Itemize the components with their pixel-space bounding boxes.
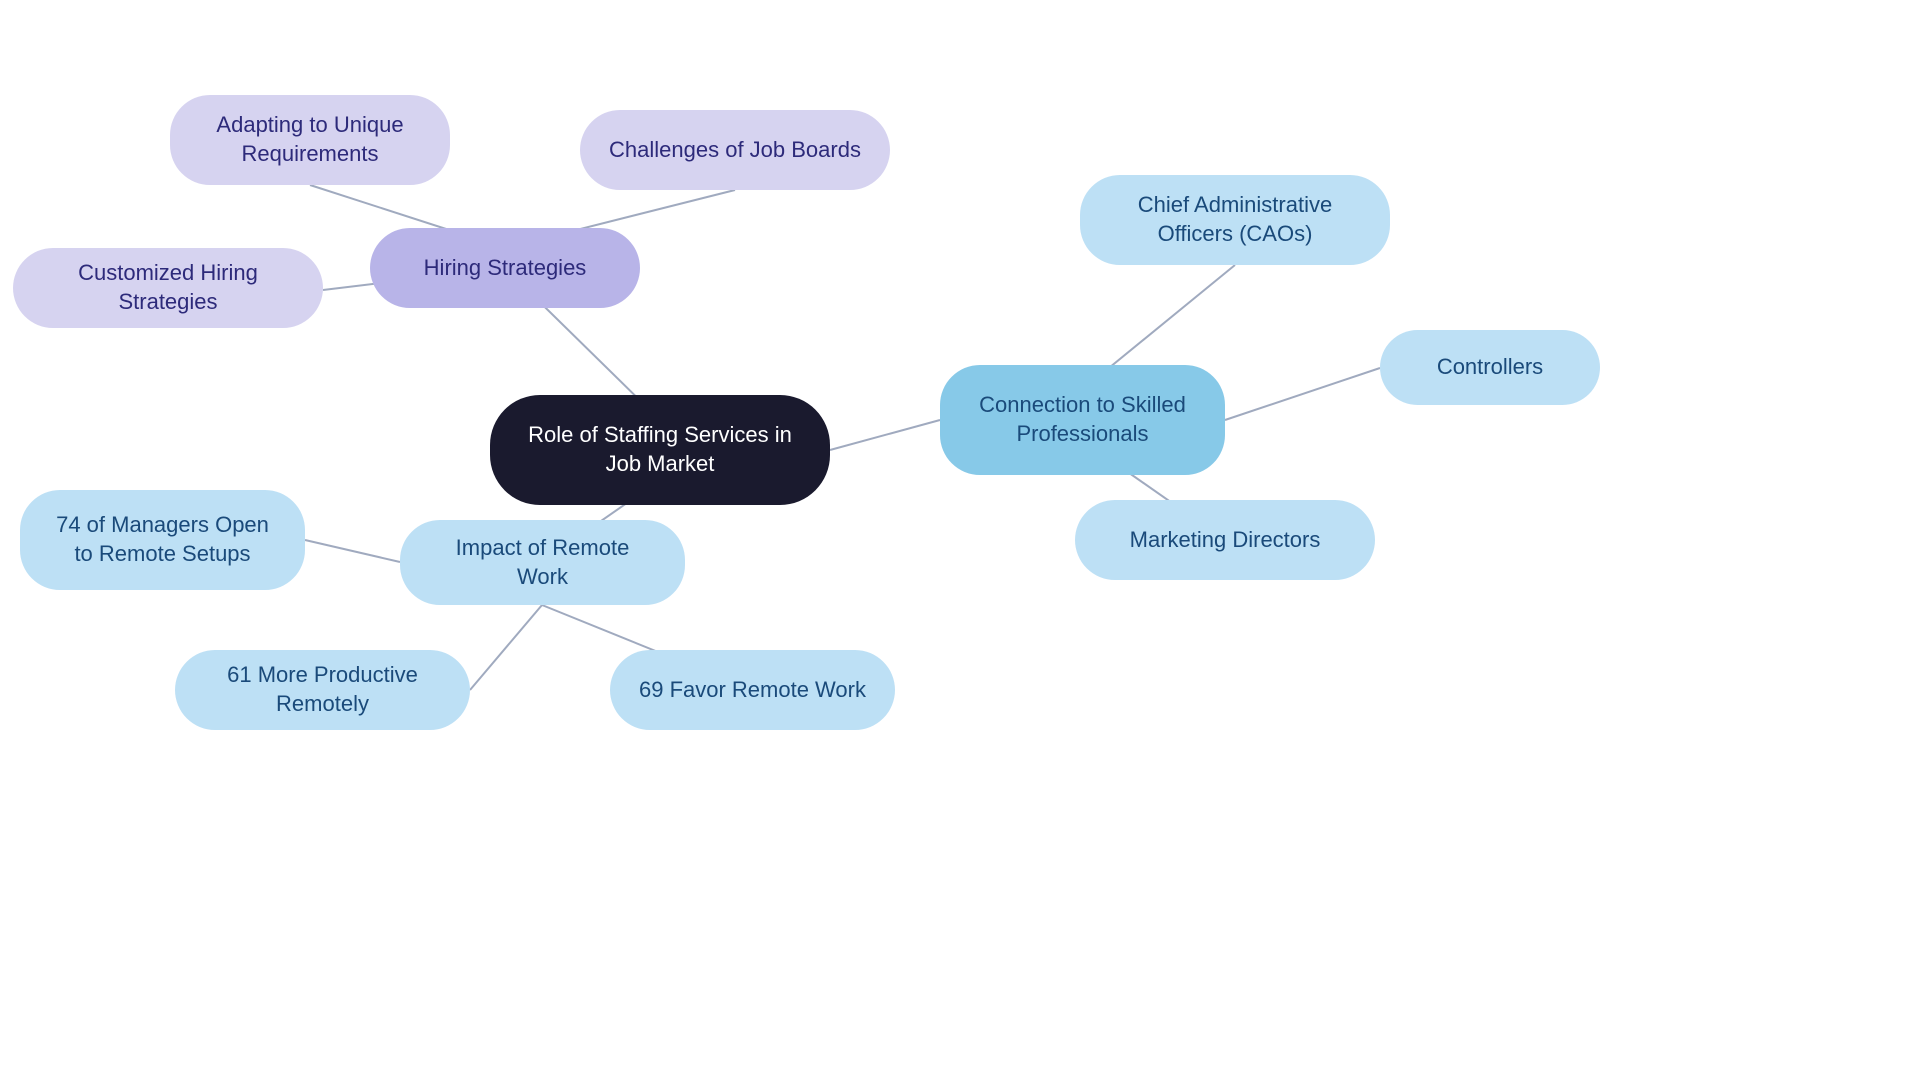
favor-node: 69 Favor Remote Work (610, 650, 895, 730)
marketing-node: Marketing Directors (1075, 500, 1375, 580)
cao-label: Chief Administrative Officers (CAOs) (1108, 191, 1362, 248)
center-node: Role of Staffing Services in Job Market (490, 395, 830, 505)
challenges-label: Challenges of Job Boards (609, 136, 861, 165)
impact-label: Impact of Remote Work (428, 534, 657, 591)
controllers-label: Controllers (1437, 353, 1543, 382)
managers-open-label: 74 of Managers Open to Remote Setups (48, 511, 277, 568)
productive-node: 61 More Productive Remotely (175, 650, 470, 730)
customized-label: Customized Hiring Strategies (41, 259, 295, 316)
customized-node: Customized Hiring Strategies (13, 248, 323, 328)
adapting-node: Adapting to Unique Requirements (170, 95, 450, 185)
connection-node: Connection to Skilled Professionals (940, 365, 1225, 475)
impact-node: Impact of Remote Work (400, 520, 685, 605)
center-label: Role of Staffing Services in Job Market (518, 421, 802, 478)
hiring-strategies-label: Hiring Strategies (424, 254, 587, 283)
adapting-label: Adapting to Unique Requirements (198, 111, 422, 168)
productive-label: 61 More Productive Remotely (203, 661, 442, 718)
favor-label: 69 Favor Remote Work (639, 676, 866, 705)
connection-label: Connection to Skilled Professionals (968, 391, 1197, 448)
cao-node: Chief Administrative Officers (CAOs) (1080, 175, 1390, 265)
managers-open-node: 74 of Managers Open to Remote Setups (20, 490, 305, 590)
hiring-strategies-node: Hiring Strategies (370, 228, 640, 308)
marketing-label: Marketing Directors (1130, 526, 1321, 555)
controllers-node: Controllers (1380, 330, 1600, 405)
challenges-node: Challenges of Job Boards (580, 110, 890, 190)
